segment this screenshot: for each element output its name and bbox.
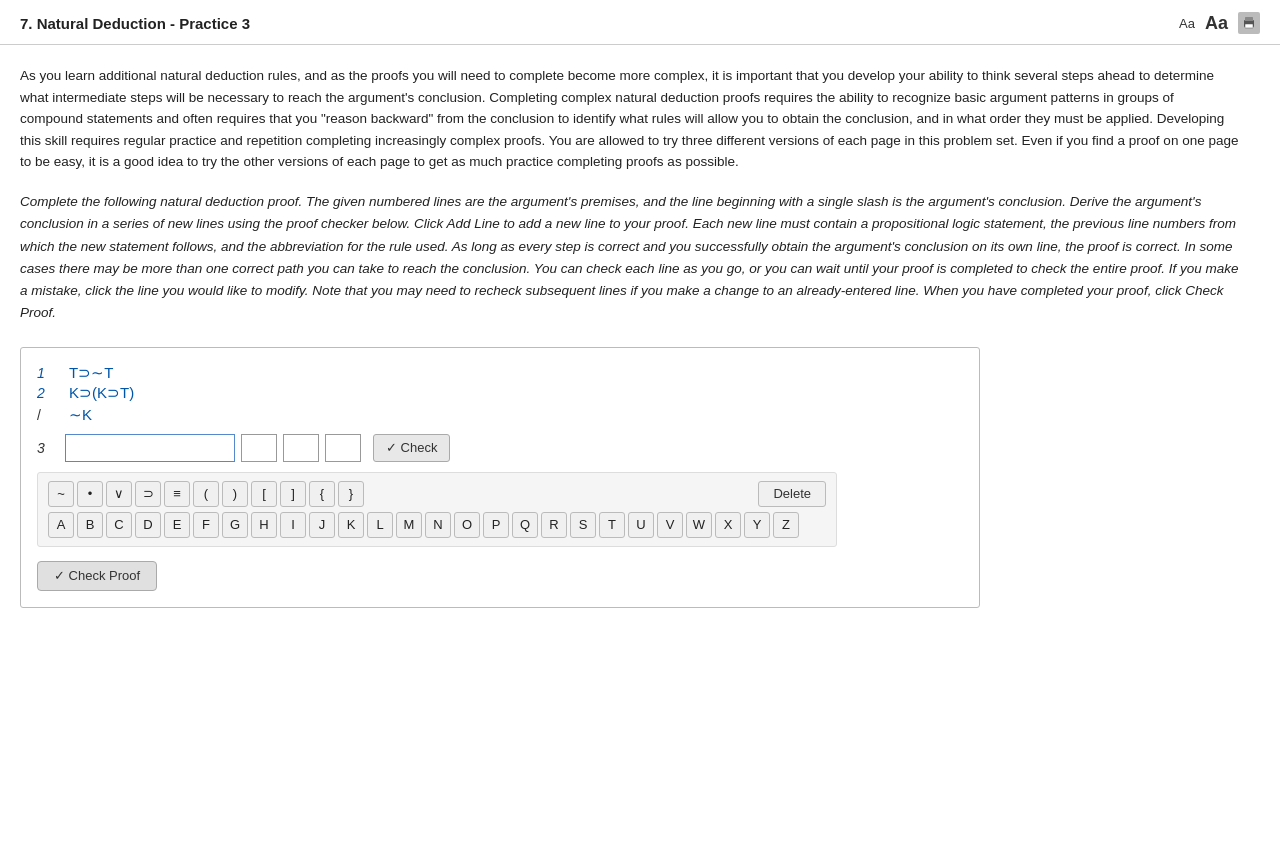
key-Q[interactable]: Q (512, 512, 538, 538)
svg-rect-2 (1245, 24, 1253, 28)
key-U[interactable]: U (628, 512, 654, 538)
conclusion-content: ∼K (65, 406, 92, 424)
key-lbrace[interactable]: { (309, 481, 335, 507)
conclusion-slash: / (37, 407, 65, 423)
key-W[interactable]: W (686, 512, 712, 538)
ref2-input[interactable] (283, 434, 319, 462)
key-N[interactable]: N (425, 512, 451, 538)
key-X[interactable]: X (715, 512, 741, 538)
premise-line-1: 1 T⊃∼T (37, 364, 963, 382)
check-proof-button[interactable]: ✓ Check Proof (37, 561, 157, 591)
key-A[interactable]: A (48, 512, 74, 538)
main-content: As you learn additional natural deductio… (0, 45, 1260, 648)
check-proof-wrapper: ✓ Check Proof (37, 557, 963, 591)
key-J[interactable]: J (309, 512, 335, 538)
key-equiv[interactable]: ≡ (164, 481, 190, 507)
svg-rect-1 (1245, 17, 1253, 21)
key-H[interactable]: H (251, 512, 277, 538)
key-T[interactable]: T (599, 512, 625, 538)
key-Y[interactable]: Y (744, 512, 770, 538)
key-lparen[interactable]: ( (193, 481, 219, 507)
font-small-button[interactable]: Aa (1179, 16, 1195, 31)
key-C[interactable]: C (106, 512, 132, 538)
proof-container: 1 T⊃∼T 2 K⊃(K⊃T) / ∼K 3 ✓ Check (20, 347, 980, 608)
font-large-button[interactable]: Aa (1205, 13, 1228, 34)
input-line-num-3: 3 (37, 440, 65, 456)
ref1-input[interactable] (241, 434, 277, 462)
line-number-1: 1 (37, 365, 65, 381)
formula-input[interactable] (65, 434, 235, 462)
key-rbrace[interactable]: } (338, 481, 364, 507)
page-title: 7. Natural Deduction - Practice 3 (20, 15, 250, 32)
key-K[interactable]: K (338, 512, 364, 538)
line-content-1: T⊃∼T (65, 364, 113, 382)
key-Z[interactable]: Z (773, 512, 799, 538)
input-row-3: 3 ✓ Check (37, 434, 963, 462)
header-controls: Aa Aa (1179, 12, 1260, 34)
key-O[interactable]: O (454, 512, 480, 538)
line-content-2: K⊃(K⊃T) (65, 384, 134, 402)
key-lbracket[interactable]: [ (251, 481, 277, 507)
key-B[interactable]: B (77, 512, 103, 538)
key-M[interactable]: M (396, 512, 422, 538)
line-number-2: 2 (37, 385, 65, 401)
alpha-keys-row: A B C D E F G H I J K L M N O P Q R S T (48, 512, 826, 538)
key-rbracket[interactable]: ] (280, 481, 306, 507)
conclusion-line: / ∼K (37, 406, 963, 424)
instruction-paragraph: Complete the following natural deduction… (20, 191, 1240, 325)
key-P[interactable]: P (483, 512, 509, 538)
key-F[interactable]: F (193, 512, 219, 538)
key-or[interactable]: ∨ (106, 481, 132, 507)
key-L[interactable]: L (367, 512, 393, 538)
delete-button[interactable]: Delete (758, 481, 826, 507)
key-D[interactable]: D (135, 512, 161, 538)
special-keys-row: ~ • ∨ ⊃ ≡ ( ) [ ] { } Delete (48, 481, 826, 507)
key-S[interactable]: S (570, 512, 596, 538)
key-implies[interactable]: ⊃ (135, 481, 161, 507)
key-G[interactable]: G (222, 512, 248, 538)
key-I[interactable]: I (280, 512, 306, 538)
key-V[interactable]: V (657, 512, 683, 538)
special-keys-left: ~ • ∨ ⊃ ≡ ( ) [ ] { } (48, 481, 364, 507)
key-dot[interactable]: • (77, 481, 103, 507)
intro-paragraph: As you learn additional natural deductio… (20, 65, 1240, 173)
check-line-button[interactable]: ✓ Check (373, 434, 450, 462)
key-rparen[interactable]: ) (222, 481, 248, 507)
print-icon[interactable] (1238, 12, 1260, 34)
premise-lines: 1 T⊃∼T 2 K⊃(K⊃T) (37, 364, 963, 402)
key-R[interactable]: R (541, 512, 567, 538)
page-header: 7. Natural Deduction - Practice 3 Aa Aa (0, 0, 1280, 45)
key-tilde[interactable]: ~ (48, 481, 74, 507)
premise-line-2: 2 K⊃(K⊃T) (37, 384, 963, 402)
key-E[interactable]: E (164, 512, 190, 538)
rule-input[interactable] (325, 434, 361, 462)
keyboard-section: ~ • ∨ ⊃ ≡ ( ) [ ] { } Delete A B C (37, 472, 837, 547)
